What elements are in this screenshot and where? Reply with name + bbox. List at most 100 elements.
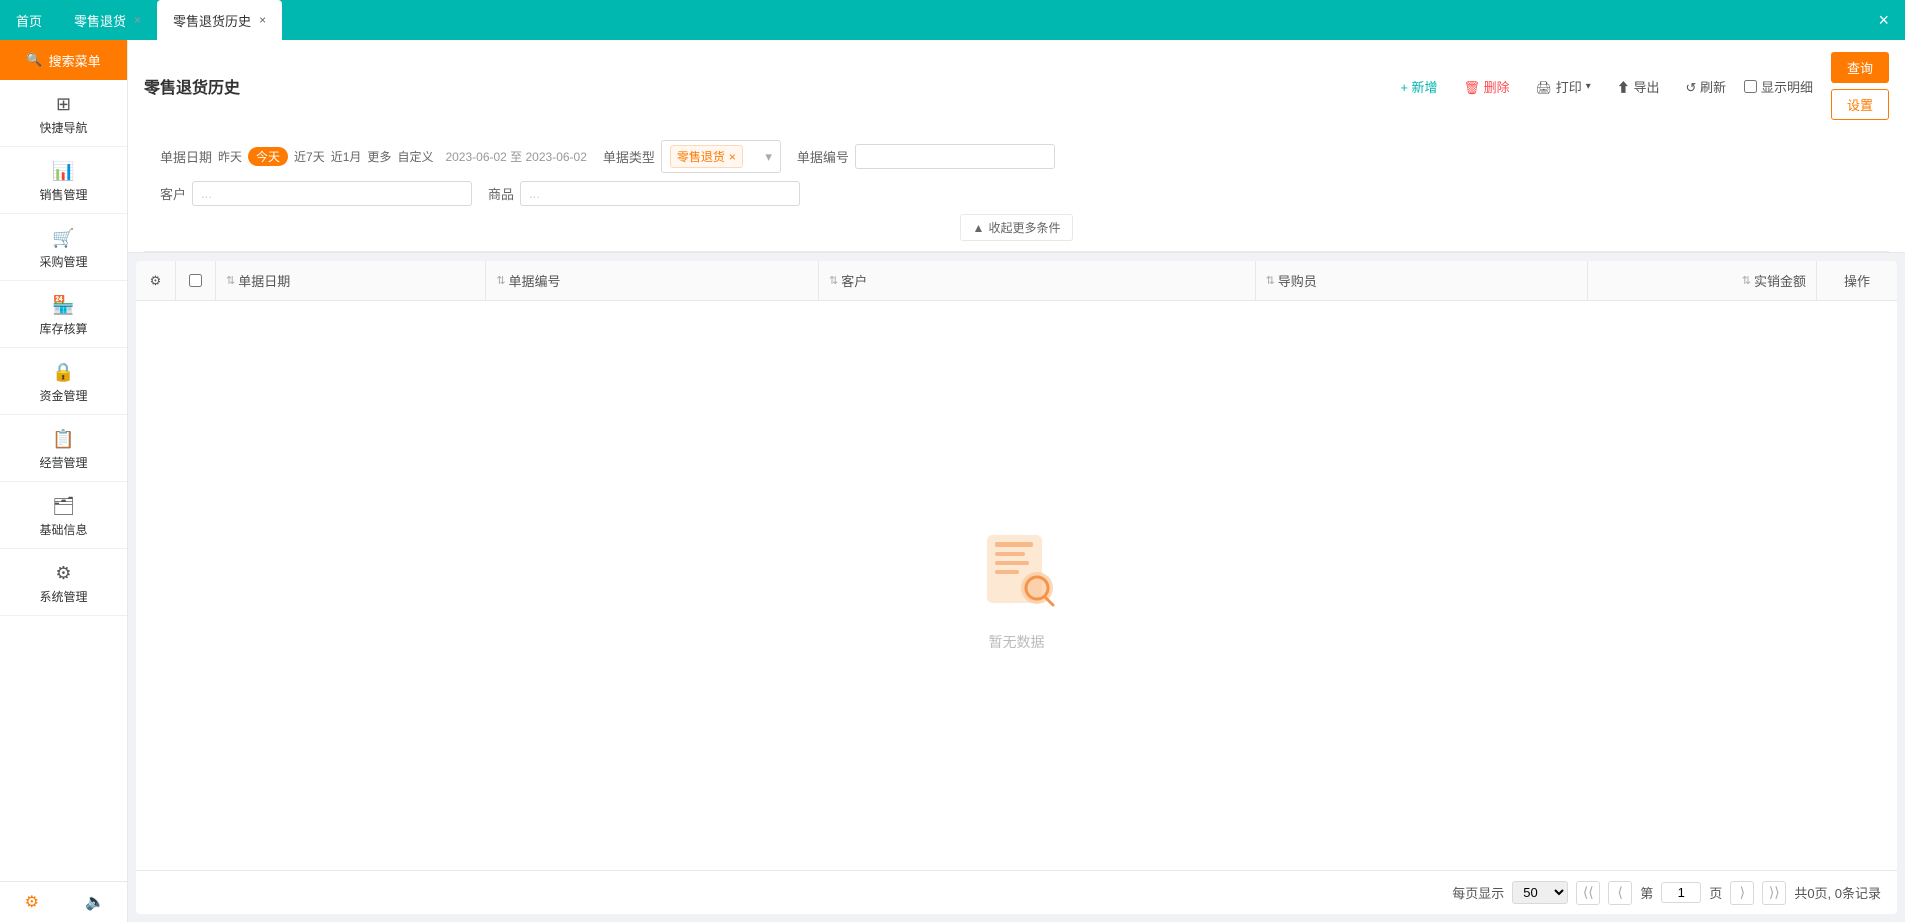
date-shortcut-more[interactable]: 更多 [367, 148, 391, 165]
tab-retail-return-history[interactable]: 零售退货历史 × [157, 0, 282, 40]
sidebar-item-basic-info-label: 基础信息 [39, 521, 87, 538]
date-shortcut-7days[interactable]: 近7天 [294, 148, 325, 165]
delete-label: 🗑 删除 [1464, 77, 1510, 96]
th-amount-sort-icon[interactable]: ⇅ [1742, 274, 1751, 287]
th-action-label: 操作 [1844, 271, 1870, 290]
empty-illustration [967, 520, 1067, 620]
th-customer: ⇅ 客户 [819, 261, 1256, 300]
sidebar-item-finance-label: 资金管理 [39, 387, 87, 404]
select-all-checkbox[interactable] [189, 274, 202, 287]
doc-type-filter-group: 单据类型 零售退货 × ▾ [603, 140, 781, 173]
doc-type-tag-label: 零售退货 [677, 148, 725, 165]
sidebar-speaker-button[interactable]: 🔈 [64, 882, 128, 922]
settings-icon: ⚙ [150, 273, 162, 289]
first-page-button[interactable]: ⟨⟨ [1576, 881, 1600, 905]
page-title-row: 零售退货历史 + 新增 🗑 删除 🖨 打印 ▾ ⬆ 导出 [144, 52, 1889, 120]
per-page-label: 每页显示 [1452, 883, 1504, 902]
collapse-button[interactable]: ▲ 收起更多条件 [960, 214, 1074, 241]
sidebar-item-system-mgmt[interactable]: ⚙ 系统管理 [0, 549, 127, 616]
sidebar-item-purchase-mgmt[interactable]: 🛒 采购管理 [0, 214, 127, 281]
delete-button[interactable]: 🗑 删除 [1456, 73, 1518, 100]
sidebar-item-system-mgmt-label: 系统管理 [39, 588, 87, 605]
doc-number-input[interactable] [855, 144, 1055, 169]
th-amount: ⇅ 实销金额 [1588, 261, 1817, 300]
display-detail-checkbox[interactable] [1744, 80, 1757, 93]
add-button[interactable]: + 新增 [1392, 73, 1445, 100]
doc-type-tag: 零售退货 × [670, 145, 743, 168]
th-number-sort-icon[interactable]: ⇅ [496, 274, 505, 287]
export-label: ⬆ 导出 [1617, 77, 1660, 96]
print-chevron-icon: ▾ [1586, 81, 1591, 92]
th-customer-sort-icon[interactable]: ⇅ [829, 274, 838, 287]
tab-retail-return[interactable]: 零售退货 × [58, 0, 157, 40]
tab-retail-return-close[interactable]: × [134, 13, 141, 27]
tab-retail-return-history-label: 零售退货历史 [173, 11, 251, 30]
date-shortcut-1month[interactable]: 近1月 [331, 148, 362, 165]
date-shortcut-custom[interactable]: 自定义 [397, 148, 433, 165]
sidebar-item-inventory[interactable]: 🏪 库存核算 [0, 281, 127, 348]
sidebar-item-basic-info[interactable]: 🗂 基础信息 [0, 482, 127, 549]
filter-row-2: 客户 ... 商品 ... [160, 181, 1873, 206]
prev-page-button[interactable]: ⟨ [1608, 881, 1632, 905]
goods-filter-label: 商品 [488, 184, 514, 203]
th-gear[interactable]: ⚙ [136, 261, 176, 300]
sidebar-gear-button[interactable]: ⚙ [0, 882, 64, 922]
doc-number-filter-group: 单据编号 [797, 144, 1055, 169]
sidebar-search-button[interactable]: 🔍 搜索菜单 [0, 40, 127, 80]
th-checkbox[interactable] [176, 261, 216, 300]
finance-icon: 🔒 [52, 362, 74, 383]
window-close-button[interactable]: × [1878, 10, 1889, 31]
display-detail-label: 显示明细 [1761, 77, 1813, 96]
tab-home[interactable]: 首页 [0, 0, 58, 40]
date-range-display: 2023-06-02 至 2023-06-02 [445, 148, 586, 165]
th-guide: ⇅ 导购员 [1256, 261, 1589, 300]
page-suffix: 页 [1709, 883, 1722, 902]
tab-retail-return-history-close[interactable]: × [259, 13, 266, 27]
print-button[interactable]: 🖨 打印 ▾ [1528, 73, 1599, 100]
sidebar-search-label: 搜索菜单 [49, 51, 101, 70]
page-title: 零售退货历史 [144, 74, 1392, 98]
export-button[interactable]: ⬆ 导出 [1609, 73, 1668, 100]
purchase-mgmt-icon: 🛒 [52, 228, 74, 249]
sidebar-item-finance[interactable]: 🔒 资金管理 [0, 348, 127, 415]
sidebar-item-quick-nav-label: 快捷导航 [39, 119, 87, 136]
goods-filter-group: 商品 ... [488, 181, 800, 206]
doc-type-select[interactable]: 零售退货 × ▾ [661, 140, 781, 173]
basic-info-icon: 🗂 [52, 496, 75, 517]
next-page-button[interactable]: ⟩ [1730, 881, 1754, 905]
page-header: 零售退货历史 + 新增 🗑 删除 🖨 打印 ▾ ⬆ 导出 [128, 40, 1905, 253]
refresh-button[interactable]: ↺ 刷新 [1677, 73, 1734, 100]
system-mgmt-icon: ⚙ [55, 563, 71, 584]
date-shortcut-yesterday[interactable]: 昨天 [218, 148, 242, 165]
sidebar-item-quick-nav[interactable]: ⊞ 快捷导航 [0, 80, 127, 147]
last-page-button[interactable]: ⟩⟩ [1762, 881, 1786, 905]
customer-filter-label: 客户 [160, 184, 186, 203]
sidebar-item-operations-label: 经营管理 [39, 454, 87, 471]
tab-retail-return-label: 零售退货 [74, 11, 126, 30]
page-number-input[interactable] [1661, 882, 1701, 903]
goods-select[interactable]: ... [520, 181, 800, 206]
th-number-label: 单据编号 [509, 271, 561, 290]
query-button[interactable]: 查询 [1831, 52, 1889, 83]
content-area: 零售退货历史 + 新增 🗑 删除 🖨 打印 ▾ ⬆ 导出 [128, 40, 1905, 922]
print-label: 🖨 打印 [1536, 77, 1582, 96]
customer-filter-group: 客户 ... [160, 181, 472, 206]
per-page-select[interactable]: 20 50 100 [1512, 881, 1568, 904]
sidebar-item-sales-mgmt[interactable]: 📊 销售管理 [0, 147, 127, 214]
th-date: ⇅ 单据日期 [216, 261, 486, 300]
setting-button[interactable]: 设置 [1831, 89, 1889, 120]
th-date-sort-icon[interactable]: ⇅ [226, 274, 235, 287]
display-detail-toggle[interactable]: 显示明细 [1744, 77, 1813, 96]
sales-mgmt-icon: 📊 [52, 161, 74, 182]
customer-select[interactable]: ... [192, 181, 472, 206]
date-shortcuts: 昨天 今天 近7天 近1月 更多 自定义 [218, 147, 433, 166]
sidebar-bottom: ⚙ 🔈 [0, 881, 127, 922]
search-icon: 🔍 [26, 52, 42, 68]
th-guide-sort-icon[interactable]: ⇅ [1266, 274, 1275, 287]
sidebar-item-operations[interactable]: 📋 经营管理 [0, 415, 127, 482]
doc-number-label: 单据编号 [797, 147, 849, 166]
doc-type-tag-close[interactable]: × [729, 150, 736, 164]
goods-ellipsis: ... [529, 186, 540, 201]
date-shortcut-today[interactable]: 今天 [248, 147, 288, 166]
th-customer-label: 客户 [841, 271, 867, 290]
